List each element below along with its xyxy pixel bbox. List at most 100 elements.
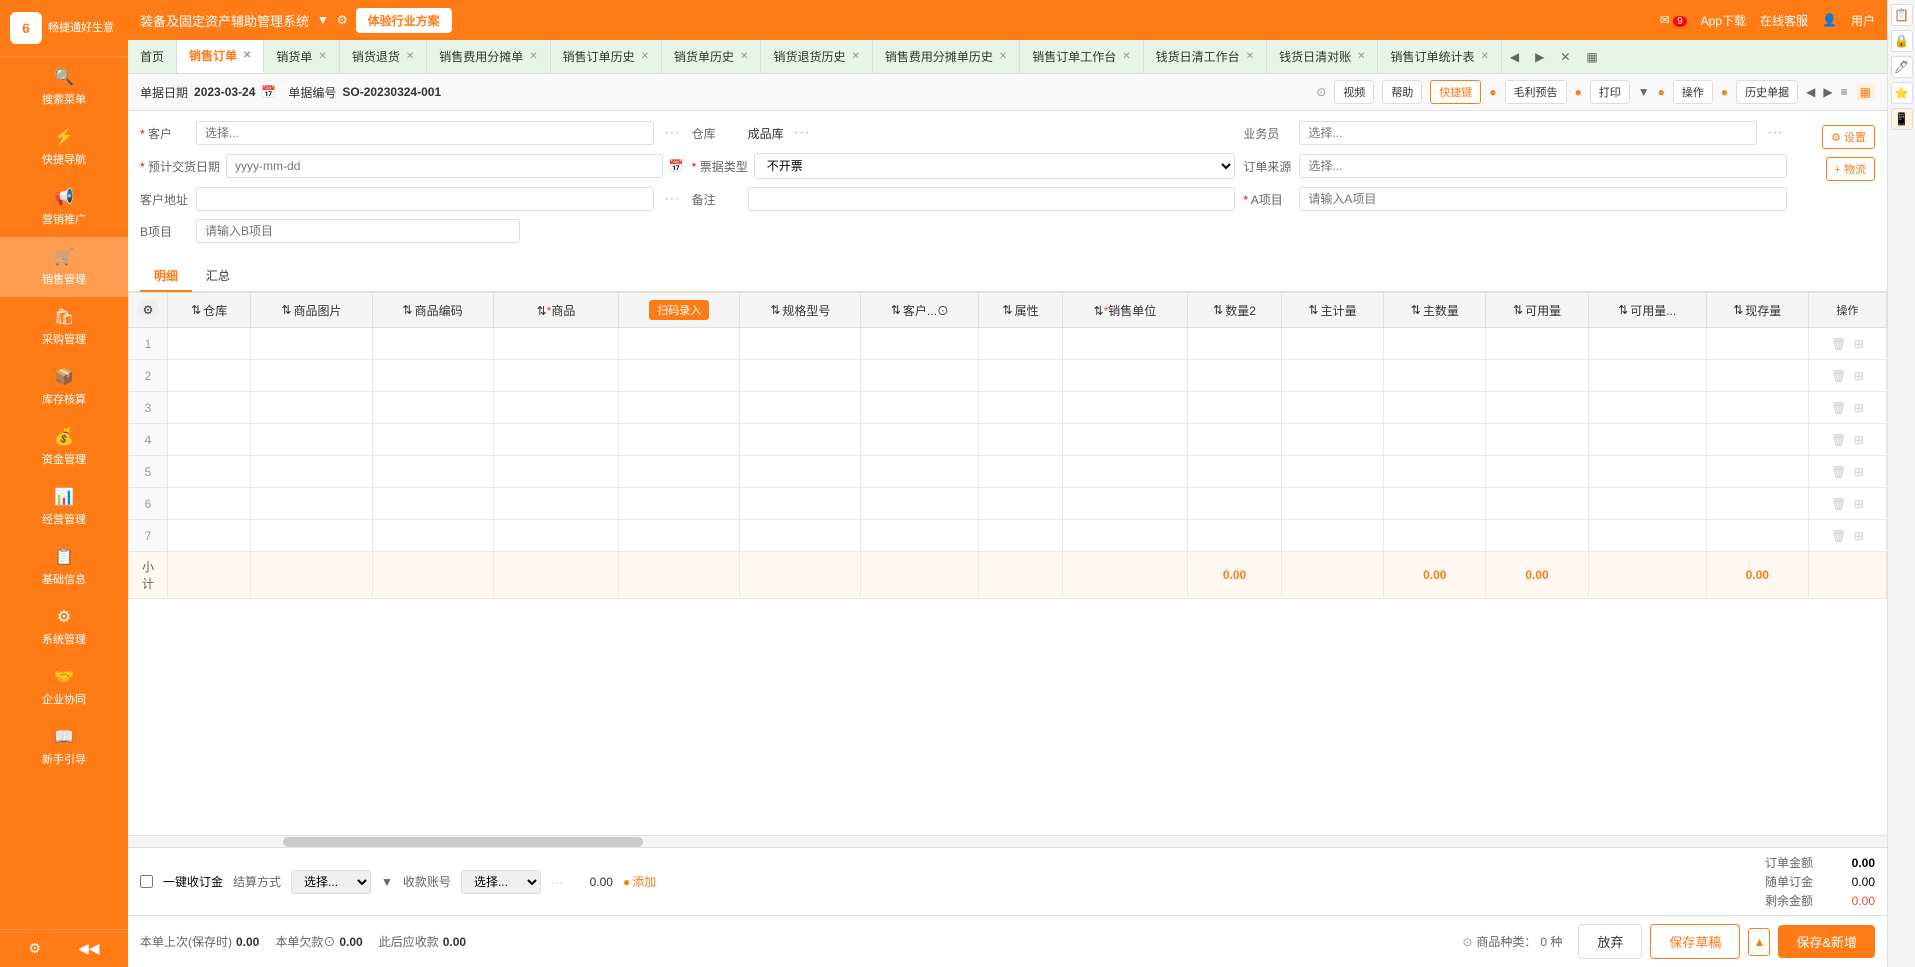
edge-btn-3[interactable]: 🖊 bbox=[1891, 56, 1913, 78]
row-2-warehouse[interactable] bbox=[168, 360, 251, 392]
row-4-main-unit[interactable] bbox=[1281, 424, 1383, 456]
print-dropdown-icon[interactable]: ▼ bbox=[1638, 85, 1650, 99]
row-3-warehouse[interactable] bbox=[168, 392, 251, 424]
row-5-stock[interactable] bbox=[1706, 456, 1808, 488]
row-3-qty2[interactable] bbox=[1188, 392, 1282, 424]
payment-method-select[interactable]: 选择... bbox=[291, 870, 371, 894]
row-6-qty2[interactable] bbox=[1188, 488, 1282, 520]
row-4-code[interactable] bbox=[372, 424, 493, 456]
row-1-stock[interactable] bbox=[1706, 328, 1808, 360]
address-input[interactable] bbox=[196, 187, 654, 211]
row-2-main-qty[interactable] bbox=[1384, 360, 1486, 392]
row-2-avail[interactable] bbox=[1486, 360, 1588, 392]
row-7-main-unit[interactable] bbox=[1281, 520, 1383, 552]
tab-next-btn[interactable]: ▶ bbox=[1527, 50, 1552, 64]
sidebar-item-mgmt[interactable]: 📊 经营管理 bbox=[0, 477, 128, 537]
address-dots[interactable]: ··· bbox=[660, 190, 684, 208]
tab-return-close[interactable]: ✕ bbox=[406, 51, 414, 62]
sidebar-item-system[interactable]: ⚙ 系统管理 bbox=[0, 597, 128, 657]
row-5-avail2[interactable] bbox=[1588, 456, 1706, 488]
row-4-customer-code[interactable] bbox=[861, 424, 979, 456]
receipt-no-dots[interactable]: ··· bbox=[551, 875, 563, 889]
row-6-customer-code[interactable] bbox=[861, 488, 979, 520]
tab-return-history[interactable]: 销货退货历史 ✕ bbox=[761, 40, 872, 73]
row-7-avail2[interactable] bbox=[1588, 520, 1706, 552]
row-3-avail2[interactable] bbox=[1588, 392, 1706, 424]
row-3-avail[interactable] bbox=[1486, 392, 1588, 424]
b-project-input[interactable] bbox=[196, 219, 520, 243]
row-5-warehouse[interactable] bbox=[168, 456, 251, 488]
row-6-unit[interactable] bbox=[1062, 488, 1187, 520]
row-3-main-unit[interactable] bbox=[1281, 392, 1383, 424]
row-4-unit[interactable] bbox=[1062, 424, 1187, 456]
delivery-input[interactable] bbox=[226, 154, 663, 178]
row-1-spec[interactable] bbox=[740, 328, 861, 360]
user-label[interactable]: 用户 bbox=[1851, 12, 1875, 29]
tab-sales-goods[interactable]: 销货单 ✕ bbox=[264, 40, 339, 73]
row-5-main-unit[interactable] bbox=[1281, 456, 1383, 488]
staff-dots[interactable]: ··· bbox=[1763, 124, 1787, 142]
row-7-main-qty[interactable] bbox=[1384, 520, 1486, 552]
row-6-stock[interactable] bbox=[1706, 488, 1808, 520]
row-1-product[interactable] bbox=[493, 328, 619, 360]
tab-reconcile-close[interactable]: ✕ bbox=[1357, 51, 1365, 62]
row-6-delete-icon[interactable]: 🗑 bbox=[1831, 497, 1846, 511]
row-7-copy-icon[interactable]: ⊞ bbox=[1854, 529, 1864, 543]
row-4-spec[interactable] bbox=[740, 424, 861, 456]
tab-sales-goods-close[interactable]: ✕ bbox=[318, 51, 326, 62]
sidebar-item-search[interactable]: 🔍 搜索菜单 bbox=[0, 57, 128, 117]
row-6-attr[interactable] bbox=[979, 488, 1062, 520]
ticket-select[interactable]: 不开票 bbox=[754, 153, 1236, 179]
logistics-button[interactable]: + 物流 bbox=[1826, 157, 1875, 181]
row-5-attr[interactable] bbox=[979, 456, 1062, 488]
operate-btn[interactable]: 操作 bbox=[1673, 80, 1713, 104]
row-2-code[interactable] bbox=[372, 360, 493, 392]
tab-fee-history-close[interactable]: ✕ bbox=[999, 51, 1007, 62]
tab-close-all[interactable]: ✕ bbox=[1552, 50, 1578, 64]
sidebar-item-quick[interactable]: ⚡ 快捷导航 bbox=[0, 117, 128, 177]
date-picker-icon[interactable]: 📅 bbox=[261, 85, 276, 99]
row-1-copy-icon[interactable]: ⊞ bbox=[1854, 337, 1864, 351]
row-2-avail2[interactable] bbox=[1588, 360, 1706, 392]
row-5-qty2[interactable] bbox=[1188, 456, 1282, 488]
add-payment-btn[interactable]: ● 添加 bbox=[623, 873, 656, 890]
nav-prev-icon[interactable]: ◀ bbox=[1806, 85, 1815, 99]
customer-dots[interactable]: ··· bbox=[660, 124, 684, 142]
tab-order-history[interactable]: 销售订单历史 ✕ bbox=[551, 40, 662, 73]
tab-home[interactable]: 首页 bbox=[128, 40, 177, 73]
row-5-customer-code[interactable] bbox=[861, 456, 979, 488]
scan-input-btn[interactable]: 扫码录入 bbox=[649, 300, 709, 320]
edge-btn-4[interactable]: ⭐ bbox=[1891, 82, 1913, 104]
sidebar-item-finance[interactable]: 💰 资金管理 bbox=[0, 417, 128, 477]
row-6-product[interactable] bbox=[493, 488, 619, 520]
row-7-avail[interactable] bbox=[1486, 520, 1588, 552]
row-3-attr[interactable] bbox=[979, 392, 1062, 424]
row-5-main-qty[interactable] bbox=[1384, 456, 1486, 488]
settings-button[interactable]: ⚙ 设置 bbox=[1822, 125, 1875, 149]
topbar-settings-icon[interactable]: ⚙ bbox=[337, 13, 348, 27]
topbar-dropdown-icon[interactable]: ▼ bbox=[317, 13, 329, 27]
sidebar-item-basic[interactable]: 📋 基础信息 bbox=[0, 537, 128, 597]
row-2-customer-code[interactable] bbox=[861, 360, 979, 392]
row-7-spec[interactable] bbox=[740, 520, 861, 552]
tab-return[interactable]: 销货退货 ✕ bbox=[340, 40, 427, 73]
row-2-stock[interactable] bbox=[1706, 360, 1808, 392]
profit-btn[interactable]: 毛利预告 bbox=[1505, 80, 1567, 104]
row-4-warehouse[interactable] bbox=[168, 424, 251, 456]
warehouse-dots[interactable]: ··· bbox=[790, 124, 814, 142]
row-1-main-qty[interactable] bbox=[1384, 328, 1486, 360]
row-2-spec[interactable] bbox=[740, 360, 861, 392]
online-service-link[interactable]: 在线客服 bbox=[1760, 12, 1808, 29]
row-6-main-qty[interactable] bbox=[1384, 488, 1486, 520]
row-5-spec[interactable] bbox=[740, 456, 861, 488]
row-1-code[interactable] bbox=[372, 328, 493, 360]
row-3-code[interactable] bbox=[372, 392, 493, 424]
detail-tab-mingxi[interactable]: 明细 bbox=[140, 261, 192, 292]
row-4-product[interactable] bbox=[493, 424, 619, 456]
tab-fee-history[interactable]: 销售费用分摊单历史 ✕ bbox=[873, 40, 1020, 73]
payment-expand-icon[interactable]: ▼ bbox=[381, 875, 393, 889]
col-setting-icon[interactable]: ⚙ bbox=[137, 299, 159, 321]
tab-fee-split-close[interactable]: ✕ bbox=[529, 51, 537, 62]
edge-btn-1[interactable]: 📋 bbox=[1891, 4, 1913, 26]
row-4-avail2[interactable] bbox=[1588, 424, 1706, 456]
